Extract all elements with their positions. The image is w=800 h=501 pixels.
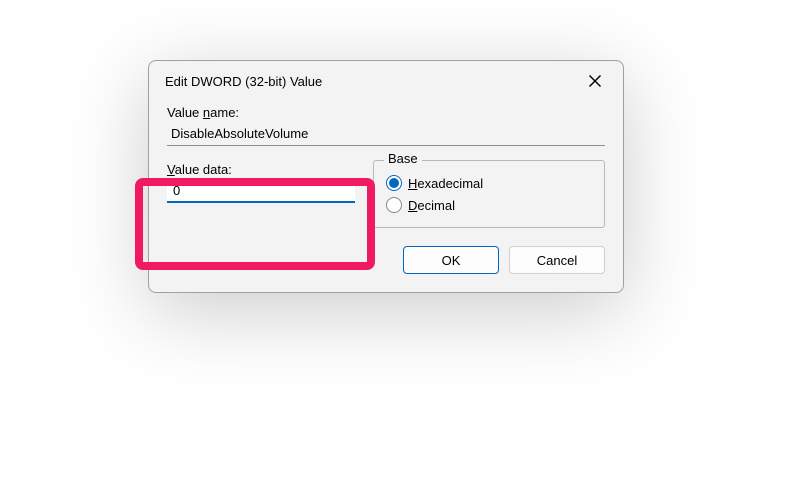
dialog-title: Edit DWORD (32-bit) Value (165, 74, 322, 89)
radio-label: Hexadecimal (408, 176, 483, 191)
radio-decimal[interactable]: Decimal (386, 197, 592, 213)
dialog-titlebar: Edit DWORD (32-bit) Value (149, 61, 623, 101)
cancel-button[interactable]: Cancel (509, 246, 605, 274)
close-button[interactable] (579, 65, 611, 97)
edit-dword-dialog: Edit DWORD (32-bit) Value Value name: Va… (148, 60, 624, 293)
radio-label: Decimal (408, 198, 455, 213)
base-group: Base Hexadecimal Decimal (373, 160, 605, 228)
value-name-label: Value name: (167, 105, 605, 120)
radio-hexadecimal[interactable]: Hexadecimal (386, 175, 592, 191)
ok-button[interactable]: OK (403, 246, 499, 274)
value-data-label: Value data: (167, 162, 367, 177)
radio-icon (386, 175, 402, 191)
value-data-input[interactable] (167, 179, 355, 203)
base-group-legend: Base (384, 151, 422, 166)
close-icon (588, 74, 602, 88)
value-name-field[interactable] (167, 122, 605, 146)
radio-icon (386, 197, 402, 213)
